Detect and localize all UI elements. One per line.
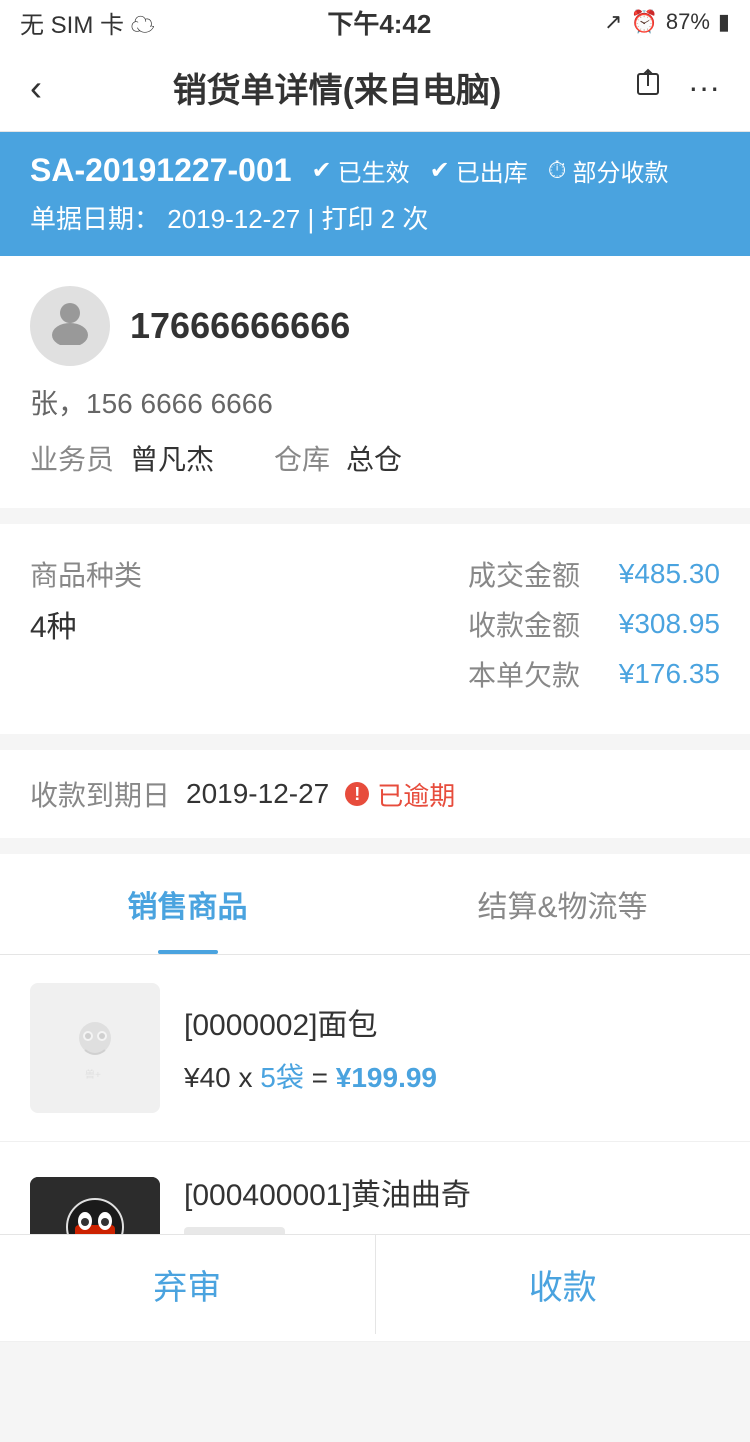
tabs-section: 销售商品 结算&物流等 — [0, 854, 750, 955]
clock-icon: ⏱ — [548, 157, 567, 185]
overdue-icon: ! — [345, 782, 369, 806]
user-icon — [45, 295, 95, 357]
customer-detail: 张，156 6666 6666 — [30, 382, 720, 422]
status-bar: 无 SIM 卡 ☁ 下午4:42 ↗ ⏰ 87% ▮ — [0, 0, 750, 44]
svg-text:兽+: 兽+ — [85, 1068, 101, 1081]
battery-level: 87% — [666, 9, 710, 35]
tab-products[interactable]: 销售商品 — [0, 854, 375, 954]
received-value: ¥308.95 — [600, 608, 720, 640]
product-total-1: ¥199.99 — [336, 1062, 437, 1093]
category-label: 商品种类 — [30, 554, 142, 594]
alarm-icon: ⏰ — [630, 9, 657, 35]
debt-value: ¥176.35 — [600, 658, 720, 690]
category-count: 4种 — [30, 602, 142, 646]
battery-icon: ▮ — [718, 9, 730, 35]
bottom-bar: 弃审 收款 — [0, 1234, 750, 1334]
nav-actions: ··· — [632, 68, 720, 108]
customer-section: 17666666666 张，156 6666 6666 业务员 曾凡杰 仓库 总… — [0, 256, 750, 508]
status-effective: ✔ 已生效 — [312, 153, 410, 188]
order-header: SA-20191227-001 ✔ 已生效 ✔ 已出库 ⏱ 部分收款 单据日期：… — [0, 132, 750, 256]
order-number: SA-20191227-001 — [30, 152, 292, 189]
salesman-label: 业务员 — [30, 438, 114, 478]
warehouse-value: 总仓 — [346, 438, 402, 478]
status-partial: ⏱ 部分收款 — [548, 153, 669, 188]
customer-id: 17666666666 — [130, 305, 350, 347]
product-name-1: [0000002]面包 — [184, 1000, 720, 1044]
more-icon[interactable]: ··· — [688, 69, 720, 106]
check-icon-1: ✔ — [312, 156, 332, 185]
salesman-value: 曾凡杰 — [130, 438, 214, 478]
status-left: 无 SIM 卡 ☁ — [20, 5, 155, 40]
overdue-badge: ! 已逾期 — [345, 776, 455, 813]
collect-payment-button[interactable]: 收款 — [376, 1235, 750, 1334]
warehouse-label: 仓库 — [274, 438, 330, 478]
due-label: 收款到期日 — [30, 774, 170, 814]
status-shipped: ✔ 已出库 — [430, 153, 528, 188]
amount-value: ¥485.30 — [600, 558, 720, 590]
sim-status: 无 SIM 卡 ☁ — [20, 5, 155, 40]
status-right: ↗ ⏰ 87% ▮ — [604, 9, 730, 35]
overdue-text: 已逾期 — [377, 776, 455, 813]
product-name-2: [000400001]黄油曲奇 — [184, 1170, 720, 1214]
nav-bar: ‹ 销货单详情(来自电脑) ··· — [0, 44, 750, 132]
amount-label: 成交金额 — [468, 554, 580, 594]
check-icon-2: ✔ — [430, 156, 450, 185]
received-label: 收款金额 — [468, 604, 580, 644]
customer-meta: 业务员 曾凡杰 仓库 总仓 — [30, 438, 720, 478]
avatar — [30, 286, 110, 366]
product-price-1: ¥40 x 5袋 = ¥199.99 — [184, 1056, 720, 1096]
list-item: 兽+ [0000002]面包 ¥40 x 5袋 = ¥199.99 — [0, 955, 750, 1142]
location-icon: ↗ — [604, 9, 622, 35]
due-section: 收款到期日 2019-12-27 ! 已逾期 — [0, 750, 750, 838]
abandon-review-button[interactable]: 弃审 — [0, 1235, 376, 1334]
product-info-1: [0000002]面包 ¥40 x 5袋 = ¥199.99 — [184, 1000, 720, 1096]
back-button[interactable]: ‹ — [30, 67, 42, 109]
order-date: 单据日期： 2019-12-27 | 打印 2 次 — [30, 199, 720, 236]
product-thumbnail-1: 兽+ — [30, 983, 160, 1113]
share-icon[interactable] — [632, 68, 664, 108]
due-date-value: 2019-12-27 — [186, 778, 329, 810]
product-qty-1: 5袋 — [260, 1062, 304, 1093]
tab-settlement[interactable]: 结算&物流等 — [375, 854, 750, 954]
status-time: 下午4:42 — [327, 4, 431, 41]
page-title: 销货单详情(来自电脑) — [173, 63, 502, 112]
summary-section: 商品种类 4种 成交金额 ¥485.30 收款金额 ¥308.95 本单欠款 ¥… — [0, 524, 750, 734]
debt-label: 本单欠款 — [468, 654, 580, 694]
